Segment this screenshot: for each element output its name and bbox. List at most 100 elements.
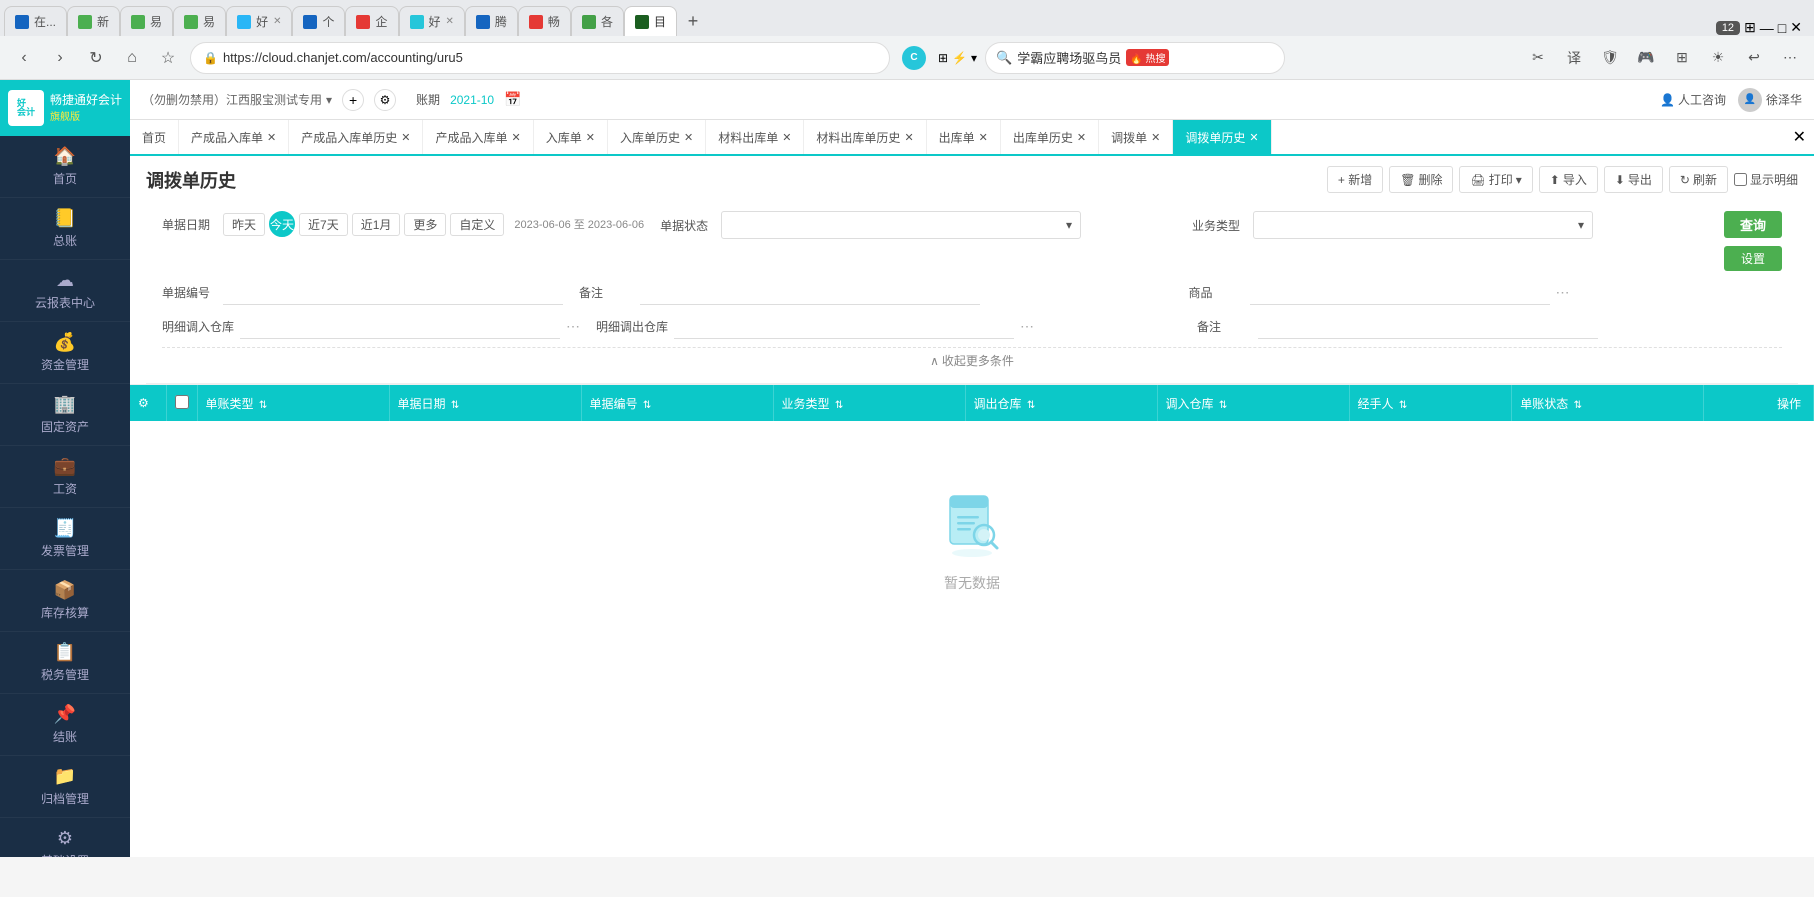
page-tab-transfer-hist-close[interactable]: ✕ (1249, 131, 1258, 144)
sidebar-item-fund[interactable]: 💰 资金管理 (0, 322, 130, 384)
page-tab-mat-out-hist[interactable]: 材料出库单历史 ✕ (804, 120, 926, 155)
sidebar-item-inventory[interactable]: 📦 库存核算 (0, 570, 130, 632)
browser-tab-5[interactable]: 好 ✕ (226, 6, 292, 36)
browser-tab-3[interactable]: 易 (120, 6, 173, 36)
page-tab-in-hist-close[interactable]: ✕ (684, 131, 693, 144)
browser-tab-12[interactable]: 目 (624, 6, 677, 36)
th-biz-sort[interactable]: ⇅ (835, 400, 843, 411)
th-settings[interactable]: ⚙ (130, 385, 166, 421)
scissors-icon[interactable]: ✂ (1524, 44, 1552, 72)
sidebar-logo[interactable]: 好会计 畅捷通好会计 旗舰版 (0, 80, 130, 136)
settings-btn[interactable]: 设置 (1724, 246, 1782, 271)
browser-tab-9[interactable]: 腾 (465, 6, 518, 36)
close-window-icon[interactable]: ✕ (1790, 19, 1802, 36)
sidebar-item-ledger[interactable]: 📒 总账 (0, 198, 130, 260)
bookmark-btn[interactable]: ☆ (154, 44, 182, 72)
select-all-checkbox[interactable] (175, 395, 189, 409)
th-date-sort[interactable]: ⇅ (451, 400, 459, 411)
detail-in-input[interactable] (240, 313, 560, 339)
page-tab-in-order-close[interactable]: ✕ (586, 131, 595, 144)
sidebar-item-closing[interactable]: 📌 结账 (0, 694, 130, 756)
th-no-sort[interactable]: ⇅ (643, 400, 651, 411)
page-tab-mat-out-close[interactable]: ✕ (782, 131, 791, 144)
page-tab-out-hist-close[interactable]: ✕ (1077, 131, 1086, 144)
brightness-icon[interactable]: ☀ (1704, 44, 1732, 72)
delete-btn[interactable]: 🗑 删除 (1389, 166, 1453, 193)
sidebar-item-home[interactable]: 🏠 首页 (0, 136, 130, 198)
page-tab-in-order[interactable]: 入库单 ✕ (534, 120, 608, 155)
detail-in-more-icon[interactable]: ⋯ (566, 318, 580, 335)
company-selector[interactable]: （勿删勿禁用）江西服宝测试专用 ▾ (142, 91, 332, 108)
th-status[interactable]: 单账状态 ⇅ (1512, 385, 1704, 421)
page-tab-product-in[interactable]: 产成品入库单 ✕ (179, 120, 289, 155)
maximize-icon[interactable]: □ (1778, 20, 1786, 36)
th-status-sort[interactable]: ⇅ (1574, 400, 1582, 411)
browser-tab-4[interactable]: 易 (173, 6, 226, 36)
biztype-filter-select[interactable]: ▾ (1253, 211, 1593, 239)
th-handler[interactable]: 经手人 ⇅ (1349, 385, 1512, 421)
th-in-wh-sort[interactable]: ⇅ (1219, 400, 1227, 411)
browser-tab-8[interactable]: 好 ✕ (399, 6, 465, 36)
sidebar-item-report[interactable]: ☁ 云报表中心 (0, 260, 130, 322)
back-btn[interactable]: ‹ (10, 44, 38, 72)
print-btn[interactable]: 🖨 打印 ▾ (1459, 166, 1532, 193)
sidebar-item-tax[interactable]: 📋 税务管理 (0, 632, 130, 694)
detail-remark-input[interactable] (1258, 313, 1598, 339)
close-all-tabs-btn[interactable]: ✕ (1793, 127, 1806, 147)
page-tab-out-order-close[interactable]: ✕ (979, 131, 988, 144)
browser-tab-close-5[interactable]: ✕ (273, 16, 281, 27)
page-tab-in-hist[interactable]: 入库单历史 ✕ (608, 120, 706, 155)
grid-icon[interactable]: ⊞ (1668, 44, 1696, 72)
th-date[interactable]: 单据日期 ⇅ (389, 385, 581, 421)
th-type[interactable]: 单账类型 ⇅ (197, 385, 389, 421)
date-yesterday-btn[interactable]: 昨天 (223, 213, 265, 236)
browser-tab-10[interactable]: 畅 (518, 6, 571, 36)
goods-more-icon[interactable]: ⋯ (1556, 284, 1570, 301)
minimize-icon[interactable]: — (1760, 20, 1774, 36)
date-today-btn[interactable]: 今天 (269, 211, 295, 237)
reload-btn[interactable]: ↻ (82, 44, 110, 72)
collapse-btn[interactable]: ∧ 收起更多条件 (930, 352, 1014, 369)
sidebar-item-archive[interactable]: 📁 归档管理 (0, 756, 130, 818)
user-info[interactable]: 👤 徐泽华 (1738, 88, 1802, 112)
goods-input[interactable] (1250, 279, 1550, 305)
game-icon[interactable]: 🎮 (1632, 44, 1660, 72)
browser-tab-7[interactable]: 企 (345, 6, 398, 36)
page-tab-product-in-close[interactable]: ✕ (267, 131, 276, 144)
import-btn[interactable]: ⬆ 导入 (1539, 166, 1598, 193)
date-custom-btn[interactable]: 自定义 (450, 213, 504, 236)
export-btn[interactable]: ⬇ 导出 (1604, 166, 1663, 193)
table-settings-icon[interactable]: ⚙ (138, 396, 149, 410)
page-tab-product-in2-close[interactable]: ✕ (512, 131, 521, 144)
detail-out-input[interactable] (674, 313, 1014, 339)
page-tab-product-in-hist[interactable]: 产成品入库单历史 ✕ (289, 120, 423, 155)
detail-out-more-icon[interactable]: ⋯ (1020, 318, 1034, 335)
page-tab-product-in-hist-close[interactable]: ✕ (401, 131, 410, 144)
refresh-btn[interactable]: ↻ 刷新 (1669, 166, 1728, 193)
th-out-wh-sort[interactable]: ⇅ (1027, 400, 1035, 411)
remark-input[interactable] (640, 279, 980, 305)
page-tab-mat-out[interactable]: 材料出库单 ✕ (706, 120, 804, 155)
new-tab-btn[interactable]: + (677, 6, 709, 36)
browser-tab-1[interactable]: 在... (4, 6, 67, 36)
page-tab-transfer-close[interactable]: ✕ (1151, 131, 1160, 144)
date-1month-btn[interactable]: 近1月 (352, 213, 401, 236)
page-tab-product-in2[interactable]: 产成品入库单 ✕ (423, 120, 533, 155)
browser-tab-6[interactable]: 个 (292, 6, 345, 36)
tab-menu-icon[interactable]: ⊞ (1744, 19, 1756, 36)
add-company-btn[interactable]: + (342, 89, 364, 111)
orderno-input[interactable] (223, 279, 563, 305)
date-more-btn[interactable]: 更多 (404, 213, 446, 236)
th-no[interactable]: 单据编号 ⇅ (581, 385, 773, 421)
sidebar-item-wage[interactable]: 💼 工资 (0, 446, 130, 508)
page-tab-out-order[interactable]: 出库单 ✕ (927, 120, 1001, 155)
browser-tab-2[interactable]: 新 (67, 6, 120, 36)
translate-icon[interactable]: 译 (1560, 44, 1588, 72)
status-filter-select[interactable]: ▾ (721, 211, 1081, 239)
query-btn[interactable]: 查询 (1724, 211, 1782, 238)
home-btn[interactable]: ⌂ (118, 44, 146, 72)
th-handler-sort[interactable]: ⇅ (1399, 400, 1407, 411)
th-checkbox[interactable] (166, 385, 197, 421)
page-tab-transfer[interactable]: 调拨单 ✕ (1099, 120, 1173, 155)
sidebar-item-settings[interactable]: ⚙ 基础设置 (0, 818, 130, 857)
